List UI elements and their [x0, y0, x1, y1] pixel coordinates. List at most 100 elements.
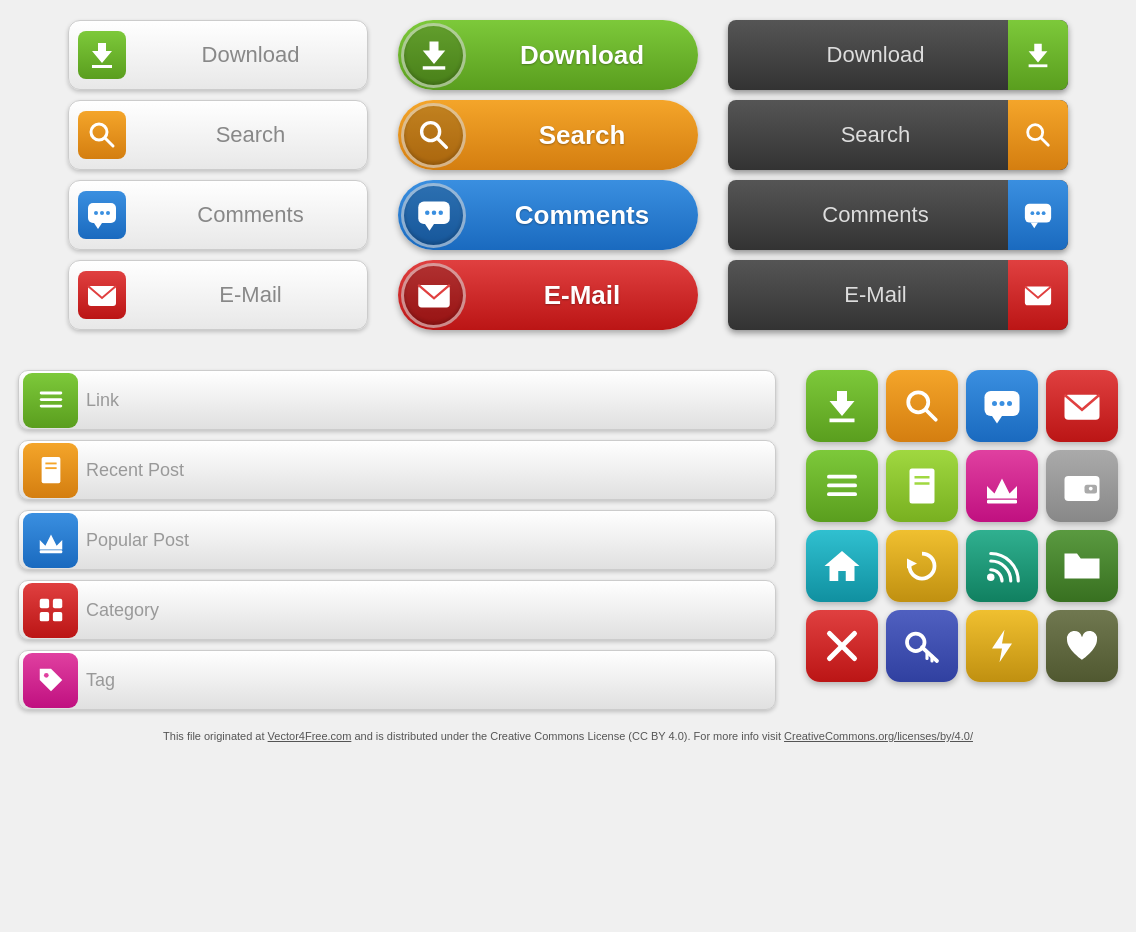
svg-rect-39	[52, 599, 61, 608]
grid-home-tile[interactable]	[806, 530, 878, 602]
style1-download-button[interactable]: Download	[68, 20, 368, 90]
svg-marker-20	[1029, 44, 1048, 63]
style3-email-label: E-Mail	[728, 282, 1008, 308]
style1-comments-label: Comments	[134, 202, 367, 228]
recent-post-icon	[23, 443, 78, 498]
comments-svg	[86, 199, 118, 231]
svg-marker-64	[825, 551, 860, 581]
grid-wallet-tile[interactable]	[1046, 450, 1118, 522]
grid-close-tile[interactable]	[806, 610, 878, 682]
svg-rect-55	[827, 492, 857, 496]
page-svg	[36, 455, 66, 485]
svg-point-6	[94, 211, 98, 215]
wide-tag-button[interactable]: Tag	[18, 650, 776, 710]
grid-folder-tile[interactable]	[1046, 530, 1118, 602]
search-icon	[78, 111, 126, 159]
style3-search-icon	[1016, 113, 1060, 157]
grid-key-tile[interactable]	[886, 610, 958, 682]
main-content: Download Search	[18, 20, 1118, 742]
grid-page-tile[interactable]	[886, 450, 958, 522]
download-icon-box	[69, 21, 134, 89]
style1-email-label: E-Mail	[134, 282, 367, 308]
grid-comment-tile[interactable]	[966, 370, 1038, 442]
style1-download-label: Download	[134, 42, 367, 68]
email-icon	[78, 271, 126, 319]
grid-crown-icon	[982, 466, 1022, 506]
svg-marker-43	[830, 391, 855, 416]
comments-icon	[78, 191, 126, 239]
style2-search-button[interactable]: Search	[398, 100, 698, 170]
svg-rect-32	[39, 405, 62, 408]
tag-icon	[23, 653, 78, 708]
style2-download-button[interactable]: Download	[398, 20, 698, 90]
svg-rect-54	[827, 484, 857, 488]
svg-marker-10	[422, 42, 445, 65]
grid-lightning-icon	[982, 626, 1022, 666]
style1-email-button[interactable]: E-Mail	[68, 260, 368, 330]
style3-search-button[interactable]: Search	[728, 100, 1068, 170]
style1-comments-button[interactable]: Comments	[68, 180, 368, 250]
svg-point-27	[1036, 211, 1040, 215]
style2-email-icon	[401, 263, 466, 328]
wide-category-button[interactable]: Category	[18, 580, 776, 640]
wide-recent-post-label: Recent Post	[86, 460, 775, 481]
download-svg2	[416, 37, 452, 73]
svg-rect-21	[1029, 64, 1048, 67]
svg-point-18	[438, 211, 443, 216]
style3-download-label: Download	[728, 42, 1008, 68]
style3-download-button[interactable]: Download	[728, 20, 1068, 90]
wide-popular-post-button[interactable]: Popular Post	[18, 510, 776, 570]
grid-heart-icon	[1062, 626, 1102, 666]
grid-rss-tile[interactable]	[966, 530, 1038, 602]
download-svg3	[1023, 40, 1053, 70]
svg-point-8	[106, 211, 110, 215]
footer: This file originated at Vector4Free.com …	[18, 730, 1118, 742]
svg-point-16	[425, 211, 430, 216]
grid-search-tile[interactable]	[886, 370, 958, 442]
footer-site1-link[interactable]: Vector4Free.com	[268, 730, 352, 742]
style2-search-icon	[401, 103, 466, 168]
style3-search-label: Search	[728, 122, 1008, 148]
style1-search-label: Search	[134, 122, 367, 148]
style1-search-button[interactable]: Search	[68, 100, 368, 170]
grid-crown-tile[interactable]	[966, 450, 1038, 522]
style3-download-icon	[1016, 33, 1060, 77]
svg-rect-1	[92, 65, 112, 68]
svg-point-42	[43, 673, 48, 678]
style2-email-button[interactable]: E-Mail	[398, 260, 698, 330]
svg-rect-30	[39, 392, 62, 395]
category-icon	[23, 583, 78, 638]
wide-recent-post-button[interactable]: Recent Post	[18, 440, 776, 500]
grid-rss-icon	[982, 546, 1022, 586]
style3-comments-button[interactable]: Comments	[728, 180, 1068, 250]
style3-email-icon	[1016, 273, 1060, 317]
tag-svg	[36, 665, 66, 695]
style2-comments-label: Comments	[466, 200, 698, 231]
grid-email-tile[interactable]	[1046, 370, 1118, 442]
wide-buttons-list: Link Recent Post	[18, 370, 776, 710]
grid-download-tile[interactable]	[806, 370, 878, 442]
top-section: Download Search	[18, 20, 1118, 330]
grid-refresh-tile[interactable]	[886, 530, 958, 602]
grid-search-icon	[902, 386, 942, 426]
style2-comments-button[interactable]: Comments	[398, 180, 698, 250]
svg-rect-41	[52, 612, 61, 621]
style3-email-button[interactable]: E-Mail	[728, 260, 1068, 330]
grid-heart-tile[interactable]	[1046, 610, 1118, 682]
svg-rect-44	[830, 419, 855, 423]
wide-link-button[interactable]: Link	[18, 370, 776, 430]
svg-rect-40	[39, 612, 48, 621]
svg-rect-11	[422, 66, 445, 69]
footer-site2-link[interactable]: CreativeCommons.org/licenses/by/4.0/	[784, 730, 973, 742]
wide-tag-label: Tag	[86, 670, 775, 691]
grid-menu-tile[interactable]	[806, 450, 878, 522]
search-svg2	[416, 117, 452, 153]
svg-marker-59	[987, 479, 1017, 499]
svg-rect-57	[915, 476, 930, 479]
email-svg	[86, 279, 118, 311]
grid-lightning-tile[interactable]	[966, 610, 1038, 682]
search-icon-box	[69, 101, 134, 169]
svg-marker-0	[92, 43, 112, 63]
svg-marker-36	[39, 534, 62, 549]
menu-svg	[36, 385, 66, 415]
